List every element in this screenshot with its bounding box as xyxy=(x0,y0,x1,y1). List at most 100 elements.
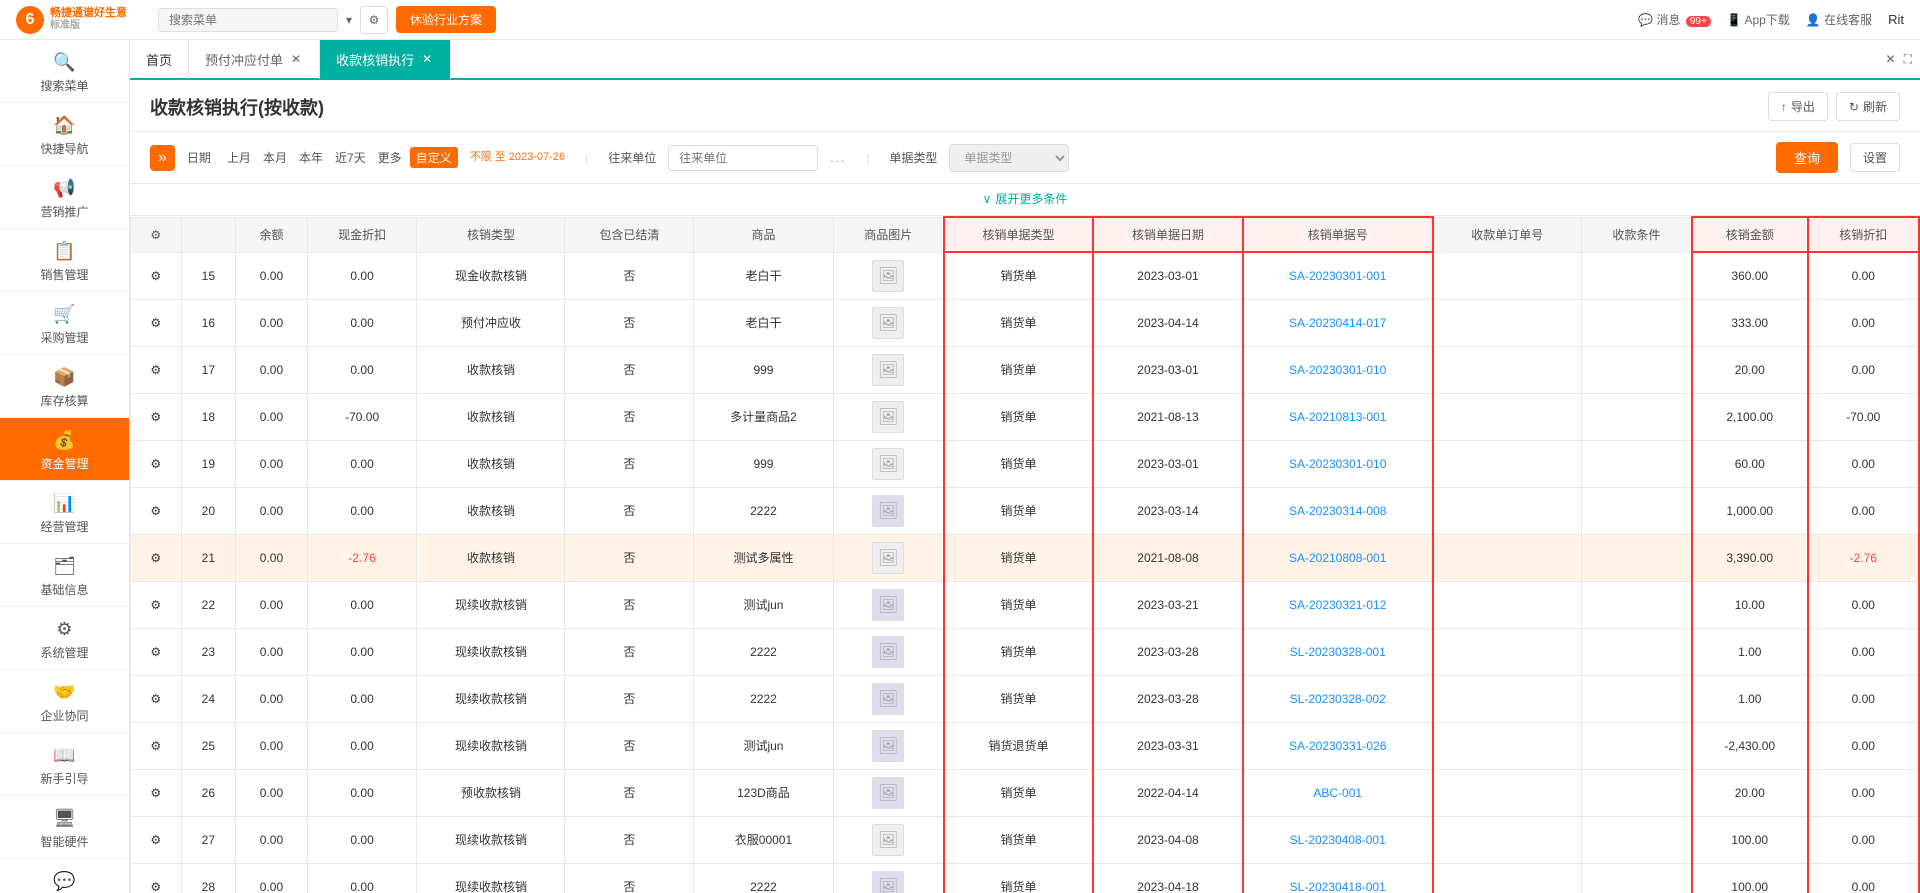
tab-receipt[interactable]: 收款核销执行 ✕ xyxy=(320,40,451,79)
invoice-no-link[interactable]: ABC-001 xyxy=(1313,786,1362,800)
invoice-no-link[interactable]: SA-20230414-017 xyxy=(1289,316,1386,330)
cell-invoice-no[interactable]: SA-20230301-001 xyxy=(1243,252,1433,299)
col-header-write-off-discount: 核销折扣 xyxy=(1808,217,1919,252)
user-name[interactable]: Rit xyxy=(1888,12,1904,27)
sidebar-item-finance[interactable]: 💰 资金管理 xyxy=(0,418,129,481)
tab-home[interactable]: 首页 xyxy=(130,40,189,79)
cell-settings[interactable]: ⚙ xyxy=(131,487,182,534)
export-button[interactable]: ↑ 导出 xyxy=(1768,92,1828,121)
cell-invoice-no[interactable]: SA-20210808-001 xyxy=(1243,534,1433,581)
cell-invoice-type: 销货单 xyxy=(944,675,1094,722)
sidebar-item-basic[interactable]: 🗂 基础信息 xyxy=(0,544,129,607)
sidebar-item-hardware[interactable]: 🖥 智能硬件 xyxy=(0,796,129,859)
gear-icon[interactable]: ⚙ xyxy=(360,6,388,34)
cell-write-off-amount: 60.00 xyxy=(1692,440,1808,487)
sidebar-item-sales[interactable]: 📋 销售管理 xyxy=(0,229,129,292)
cell-invoice-no[interactable]: SL-20230328-002 xyxy=(1243,675,1433,722)
cell-invoice-no[interactable]: SL-20230408-001 xyxy=(1243,816,1433,863)
cell-invoice-no[interactable]: SA-20230321-012 xyxy=(1243,581,1433,628)
cell-settings[interactable]: ⚙ xyxy=(131,440,182,487)
invoice-no-link[interactable]: SA-20230321-012 xyxy=(1289,598,1386,612)
solution-button[interactable]: 休验行业方案 xyxy=(396,6,496,33)
cell-receipt-condition xyxy=(1581,487,1692,534)
cell-invoice-no[interactable]: SL-20230328-001 xyxy=(1243,628,1433,675)
sales-icon: 📋 xyxy=(53,241,75,262)
sidebar-item-system[interactable]: ⚙ 系统管理 xyxy=(0,607,129,670)
sidebar-item-inventory[interactable]: 📦 库存核算 xyxy=(0,355,129,418)
invoice-no-link[interactable]: SA-20230301-010 xyxy=(1289,363,1386,377)
tab-prepay[interactable]: 预付冲应付单 ✕ xyxy=(189,40,320,79)
cell-invoice-no[interactable]: SA-20230301-010 xyxy=(1243,346,1433,393)
invoice-no-link[interactable]: SA-20210813-001 xyxy=(1289,410,1386,424)
cell-settings[interactable]: ⚙ xyxy=(131,534,182,581)
sidebar-item-guide[interactable]: 📖 新手引导 xyxy=(0,733,129,796)
type-select[interactable]: 单据类型 xyxy=(949,144,1069,172)
cell-settings[interactable]: ⚙ xyxy=(131,675,182,722)
invoice-no-link[interactable]: SA-20230301-001 xyxy=(1289,269,1386,283)
cell-invoice-no[interactable]: SA-20230314-008 xyxy=(1243,487,1433,534)
cell-settings[interactable]: ⚙ xyxy=(131,252,182,299)
table-area: ⚙ 余额 现金折扣 核销类型 包含已结清 商品 商品图片 核销单据类型 核销单据… xyxy=(130,216,1920,893)
sidebar-item-search[interactable]: 🔍 搜索菜单 xyxy=(0,40,129,103)
cell-receipt-condition xyxy=(1581,675,1692,722)
sidebar-item-enterprise[interactable]: 🤝 企业协同 xyxy=(0,670,129,733)
invoice-no-link[interactable]: SL-20230328-002 xyxy=(1290,692,1386,706)
invoice-no-link[interactable]: SA-20230314-008 xyxy=(1289,504,1386,518)
cell-invoice-no[interactable]: SA-20230414-017 xyxy=(1243,299,1433,346)
cell-invoice-no[interactable]: SA-20210813-001 xyxy=(1243,393,1433,440)
online-service-link[interactable]: 👤 在线客服 xyxy=(1806,11,1872,28)
date-more-btn[interactable]: 更多 xyxy=(374,147,406,168)
tab-expand-icon[interactable]: ⛶ xyxy=(1904,52,1912,67)
cell-included-settled: 否 xyxy=(565,440,694,487)
date-7days-btn[interactable]: 近7天 xyxy=(331,147,370,168)
cell-settings[interactable]: ⚙ xyxy=(131,581,182,628)
message-item[interactable]: 💬 消息 99+ xyxy=(1638,11,1711,28)
sidebar-item-wechat[interactable]: 💬 企业微信 xyxy=(0,859,129,893)
cell-balance: 0.00 xyxy=(236,581,308,628)
cell-settings[interactable]: ⚙ xyxy=(131,722,182,769)
date-this-month-btn[interactable]: 本月 xyxy=(259,147,291,168)
cell-settings[interactable]: ⚙ xyxy=(131,393,182,440)
cell-invoice-no[interactable]: ABC-001 xyxy=(1243,769,1433,816)
cell-invoice-no[interactable]: SA-20230331-026 xyxy=(1243,722,1433,769)
invoice-no-link[interactable]: SL-20230328-001 xyxy=(1290,645,1386,659)
expand-more-button[interactable]: ∨ 展开更多条件 xyxy=(983,190,1068,207)
setting-button[interactable]: 设置 xyxy=(1850,143,1900,172)
invoice-no-link[interactable]: SA-20230331-026 xyxy=(1289,739,1386,753)
cell-settings[interactable]: ⚙ xyxy=(131,628,182,675)
date-this-year-btn[interactable]: 本年 xyxy=(295,147,327,168)
cell-settings[interactable]: ⚙ xyxy=(131,346,182,393)
cell-write-off-type: 现续收款核销 xyxy=(417,863,565,893)
sidebar-item-purchase[interactable]: 🛒 采购管理 xyxy=(0,292,129,355)
sidebar-item-operations[interactable]: 📊 经营管理 xyxy=(0,481,129,544)
cell-settings[interactable]: ⚙ xyxy=(131,863,182,893)
unit-input[interactable] xyxy=(668,145,818,171)
invoice-no-link[interactable]: SA-20230301-010 xyxy=(1289,457,1386,471)
cell-settings[interactable]: ⚙ xyxy=(131,816,182,863)
invoice-no-link[interactable]: SL-20230408-001 xyxy=(1290,833,1386,847)
table-row: ⚙ 21 0.00 -2.76 收款核销 否 测试多属性 🖼 销货单 2021-… xyxy=(131,534,1920,581)
app-download-link[interactable]: 📱 App下载 xyxy=(1727,11,1790,28)
query-button[interactable]: 查询 xyxy=(1776,142,1838,173)
filter-expand-button[interactable]: » xyxy=(150,145,175,171)
cell-invoice-no[interactable]: SL-20230418-001 xyxy=(1243,863,1433,893)
tab-prepay-close[interactable]: ✕ xyxy=(289,50,303,68)
date-last-month-btn[interactable]: 上月 xyxy=(223,147,255,168)
invoice-no-link[interactable]: SL-20230418-001 xyxy=(1290,880,1386,893)
date-custom-btn[interactable]: 自定义 xyxy=(410,147,458,168)
cell-invoice-no[interactable]: SA-20230301-010 xyxy=(1243,440,1433,487)
top-bar-dropdown[interactable]: ▾ xyxy=(346,13,352,27)
cell-settings[interactable]: ⚙ xyxy=(131,299,182,346)
cell-settings[interactable]: ⚙ xyxy=(131,769,182,816)
tab-close-all-icon[interactable]: ✕ xyxy=(1886,52,1896,66)
invoice-no-link[interactable]: SA-20210808-001 xyxy=(1289,551,1386,565)
sidebar-item-marketing[interactable]: 📢 营销推广 xyxy=(0,166,129,229)
product-image-placeholder: 🖼 xyxy=(872,824,904,856)
tab-receipt-close[interactable]: ✕ xyxy=(420,50,434,68)
sidebar-item-shortcuts[interactable]: 🏠 快捷导航 xyxy=(0,103,129,166)
cell-write-off-discount: 0.00 xyxy=(1808,816,1919,863)
cell-write-off-type: 收款核销 xyxy=(417,440,565,487)
refresh-button[interactable]: ↻ 刷新 xyxy=(1836,92,1900,121)
menu-search-input[interactable] xyxy=(158,8,338,32)
col-header-settings[interactable]: ⚙ xyxy=(131,217,182,252)
